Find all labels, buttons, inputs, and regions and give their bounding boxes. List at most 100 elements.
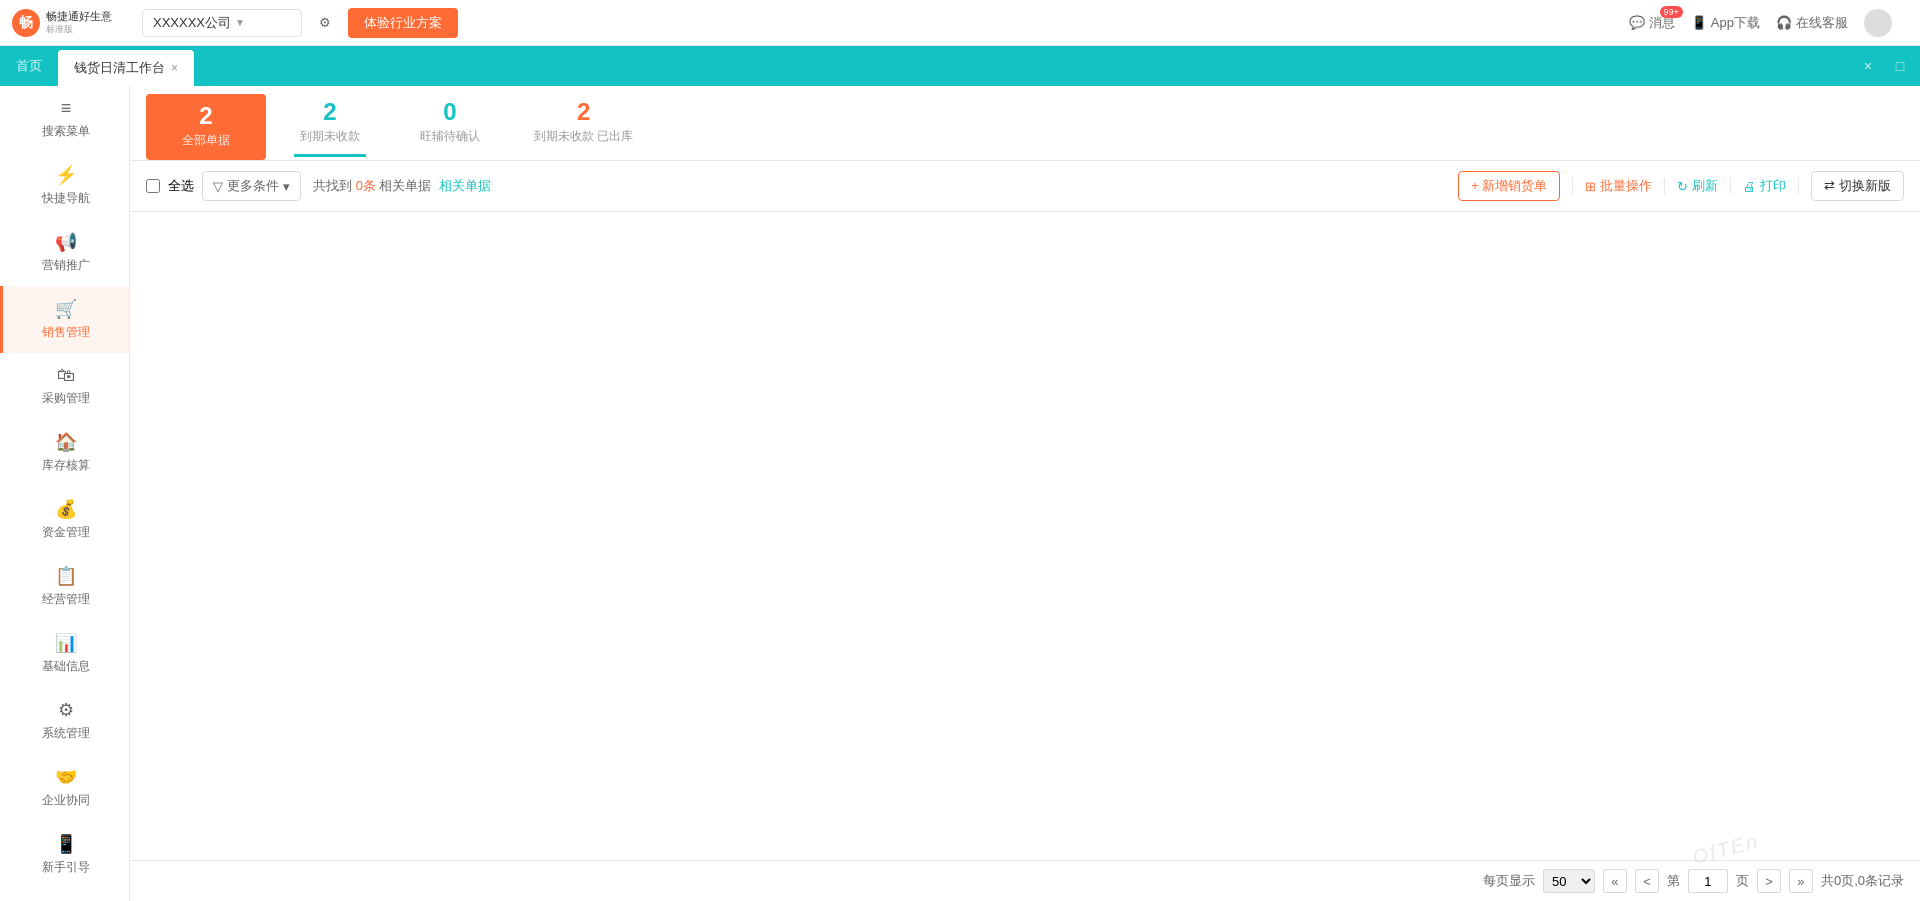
app-download-label: App下载	[1711, 14, 1760, 32]
sidebar-item-basic-info[interactable]: 📊 基础信息	[0, 620, 129, 687]
sidebar-item-guide[interactable]: 📱 新手引导	[0, 821, 129, 888]
found-text: 共找到 0条 相关单据	[313, 177, 431, 195]
tab-bar: 首页 钱货日清工作台 × × □	[0, 46, 1920, 86]
more-conditions-button[interactable]: ▽ 更多条件 ▾	[202, 171, 301, 201]
sidebar-label-basic-info: 基础信息	[42, 658, 90, 675]
sidebar-item-inventory[interactable]: 🏠 库存核算	[0, 419, 129, 486]
total-info: 共0页,0条记录	[1821, 872, 1904, 890]
sidebar-item-purchase[interactable]: 🛍 采购管理	[0, 353, 129, 419]
company-selector[interactable]: XXXXXX公司 ▼	[142, 9, 302, 37]
print-icon: 🖨	[1743, 179, 1756, 194]
found-suffix: 相关单据	[379, 178, 431, 193]
sidebar-label-sales: 销售管理	[42, 324, 90, 341]
sidebar-item-marketing[interactable]: 📢 营销推广	[0, 219, 129, 286]
batch-button[interactable]: ⊞ 批量操作	[1585, 177, 1652, 195]
page-label: 第	[1667, 872, 1680, 890]
page-number-input[interactable]	[1688, 869, 1728, 893]
sidebar-item-enterprise-coop[interactable]: 🤝 企业协同	[0, 754, 129, 821]
last-page-button[interactable]: »	[1789, 869, 1813, 893]
sidebar-item-app-center[interactable]: 📦 应用中心	[0, 888, 129, 901]
header-right: 💬 消息 99+ 📱 App下载 🎧 在线客服	[1629, 9, 1908, 37]
tab-close-icon[interactable]: ×	[171, 61, 178, 75]
sidebar-label-marketing: 营销推广	[42, 257, 90, 274]
batch-label: 批量操作	[1600, 177, 1652, 195]
sidebar-item-sales[interactable]: 🛒 销售管理	[0, 286, 129, 353]
add-sales-button[interactable]: + 新增销货单	[1458, 171, 1560, 201]
sidebar-label-guide: 新手引导	[42, 859, 90, 876]
trial-button[interactable]: 体验行业方案	[348, 8, 458, 38]
switch-label: 切换新版	[1839, 178, 1891, 193]
menu-icon: ≡	[61, 98, 72, 119]
table-area	[130, 212, 1920, 860]
toolbar-right: + 新增销货单 ⊞ 批量操作 ↻ 刷新 🖨 打印 ⇄	[1458, 171, 1904, 201]
system-icon: ⚙	[58, 699, 74, 721]
sidebar-label-enterprise-coop: 企业协同	[42, 792, 90, 809]
window-max-button[interactable]: □	[1888, 54, 1912, 78]
lightning-icon: ⚡	[55, 164, 77, 186]
stat-label-all: 全部单据	[182, 132, 230, 149]
sidebar-item-finance[interactable]: 💰 资金管理	[0, 486, 129, 553]
logo-area: 畅 畅捷通好生意 标准版	[12, 9, 142, 37]
last-page-icon: »	[1797, 874, 1804, 889]
money-icon: 💰	[55, 498, 77, 520]
stat-underline	[294, 154, 366, 157]
settings-button[interactable]: ⚙	[310, 8, 340, 38]
company-name: XXXXXX公司	[153, 14, 231, 32]
sidebar-label-operations: 经营管理	[42, 591, 90, 608]
app-download-button[interactable]: 📱 App下载	[1691, 14, 1760, 32]
active-tab-label: 钱货日清工作台	[74, 59, 165, 77]
refresh-label: 刷新	[1692, 177, 1718, 195]
next-page-icon: >	[1765, 874, 1773, 889]
divider-1	[1572, 178, 1573, 194]
related-orders-link[interactable]: 相关单据	[439, 177, 491, 195]
logo-icon: 畅	[12, 9, 40, 37]
prev-page-icon: <	[1643, 874, 1651, 889]
message-button[interactable]: 💬 消息 99+	[1629, 14, 1675, 32]
first-page-icon: «	[1611, 874, 1618, 889]
stat-card-overdue[interactable]: 2 到期未收款	[270, 86, 390, 160]
sidebar-item-operations[interactable]: 📋 经营管理	[0, 553, 129, 620]
divider-3	[1730, 178, 1731, 194]
per-page-select[interactable]: 50 10 20 100	[1543, 869, 1595, 893]
stat-card-all[interactable]: 2 全部单据	[146, 94, 266, 160]
logo-text-area: 畅捷通好生意 标准版	[46, 9, 112, 36]
sidebar-label-inventory: 库存核算	[42, 457, 90, 474]
stat-number-unshipped: 2	[577, 98, 590, 126]
sidebar-item-system[interactable]: ⚙ 系统管理	[0, 687, 129, 754]
sidebar-item-quick-nav[interactable]: ⚡ 快捷导航	[0, 152, 129, 219]
stat-card-unshipped[interactable]: 2 到期未收款 已出库	[510, 86, 657, 160]
window-close-button[interactable]: ×	[1856, 54, 1880, 78]
refresh-button[interactable]: ↻ 刷新	[1677, 177, 1718, 195]
sidebar-label-system: 系统管理	[42, 725, 90, 742]
divider-2	[1664, 178, 1665, 194]
tab-home[interactable]: 首页	[0, 46, 58, 86]
avatar[interactable]	[1864, 9, 1892, 37]
found-count: 0条	[356, 178, 376, 193]
stat-number-wangpu: 0	[443, 98, 456, 126]
online-service-label: 在线客服	[1796, 14, 1848, 32]
sidebar-label-purchase: 采购管理	[42, 390, 90, 407]
pagination: 每页显示 50 10 20 100 « < 第 页 > » 共0页,0条记录	[130, 860, 1920, 901]
stat-label-unshipped: 到期未收款 已出库	[534, 128, 633, 145]
tab-active[interactable]: 钱货日清工作台 ×	[58, 50, 194, 86]
chevron-down-icon: ▾	[283, 179, 290, 194]
app-name: 畅捷通好生意	[46, 9, 112, 23]
next-page-button[interactable]: >	[1757, 869, 1781, 893]
prev-page-button[interactable]: <	[1635, 869, 1659, 893]
stat-card-wangpu[interactable]: 0 旺辅待确认	[390, 86, 510, 160]
online-service-button[interactable]: 🎧 在线客服	[1776, 14, 1848, 32]
chevron-down-icon: ▼	[235, 17, 245, 28]
sidebar-item-search-menu[interactable]: ≡ 搜索菜单	[0, 86, 129, 152]
more-conditions-label: 更多条件	[227, 177, 279, 195]
print-label: 打印	[1760, 177, 1786, 195]
app-badge: 标准版	[46, 23, 112, 36]
select-all-label: 全选	[168, 177, 194, 195]
found-prefix: 共找到	[313, 178, 352, 193]
select-all-checkbox[interactable]	[146, 179, 160, 193]
switch-version-button[interactable]: ⇄ 切换新版	[1811, 171, 1904, 201]
first-page-button[interactable]: «	[1603, 869, 1627, 893]
megaphone-icon: 📢	[55, 231, 77, 253]
message-badge: 99+	[1660, 6, 1683, 18]
print-button[interactable]: 🖨 打印	[1743, 177, 1786, 195]
sidebar: ≡ 搜索菜单 ⚡ 快捷导航 📢 营销推广 🛒 销售管理 🛍 采购管理 🏠 库存核…	[0, 86, 130, 901]
